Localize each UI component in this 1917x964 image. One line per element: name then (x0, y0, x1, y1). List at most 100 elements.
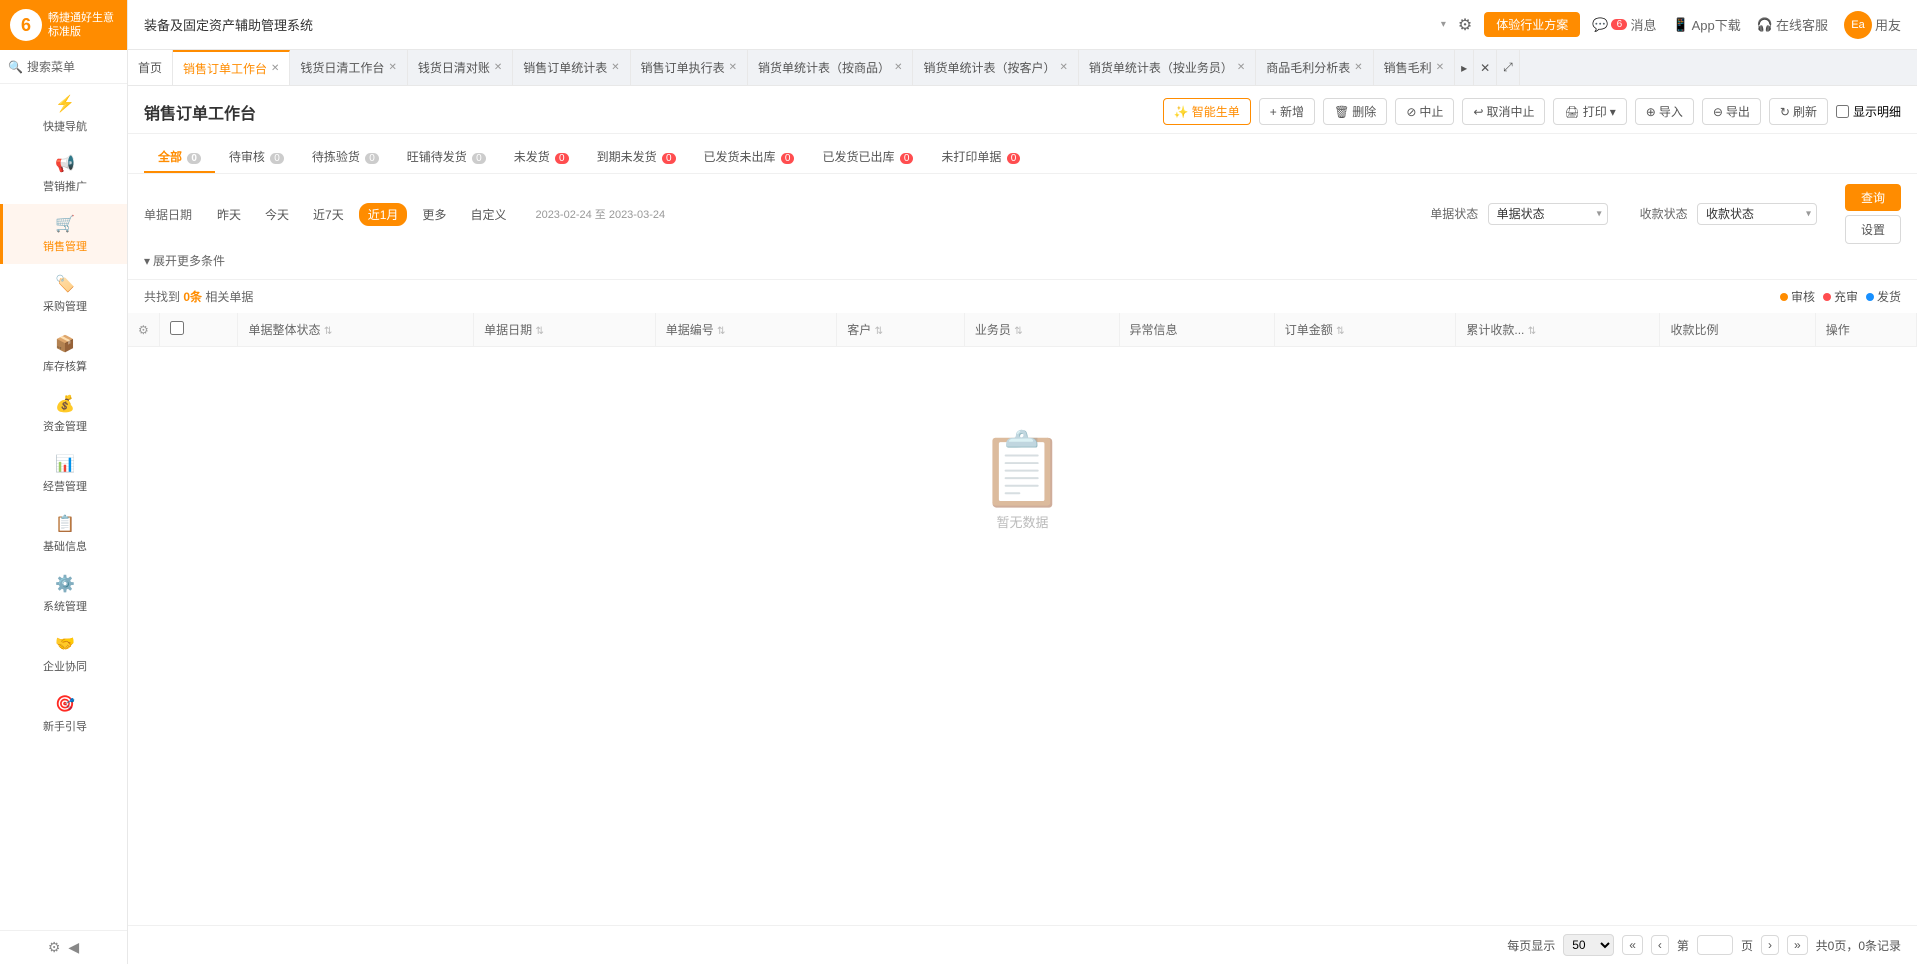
page-input[interactable]: 1 (1697, 935, 1733, 955)
tab-nav-expand[interactable]: ⤢ (1497, 50, 1520, 86)
user-area[interactable]: Ea 用友 (1844, 11, 1901, 39)
review-action[interactable]: 审核 (1780, 288, 1815, 305)
sidebar-item-system[interactable]: ⚙️ 系统管理 (0, 564, 127, 624)
sidebar-item-quick-nav[interactable]: ⚡ 快捷导航 (0, 84, 127, 144)
print-button[interactable]: 🖨 打印 ▾ (1553, 98, 1626, 125)
next-page-button[interactable]: › (1761, 935, 1779, 955)
ai-generate-button[interactable]: ✨ 智能生单 (1163, 98, 1251, 125)
sidebar-item-cooperation[interactable]: 🤝 企业协同 (0, 624, 127, 684)
last-page-button[interactable]: » (1787, 935, 1808, 955)
tab-sales-order-stats[interactable]: 销售订单统计表 ✕ (513, 50, 630, 86)
amount-sort-icon[interactable]: ⇅ (1336, 326, 1344, 337)
tab-nav-close-all[interactable]: ✕ (1474, 50, 1497, 86)
staff-sort-icon[interactable]: ⇅ (1014, 326, 1022, 337)
number-sort-icon[interactable]: ⇅ (717, 326, 725, 337)
tab-sales-stats-customer[interactable]: 销货单统计表（按客户） ✕ (913, 50, 1078, 86)
sidebar-item-sales[interactable]: 🛒 销售管理 (0, 204, 127, 264)
tab-close-cash-daily[interactable]: ✕ (388, 62, 396, 73)
tab-close-margin[interactable]: ✕ (1354, 62, 1362, 73)
select-all-checkbox[interactable] (170, 321, 184, 335)
status-filter-select[interactable]: 单据状态 (1488, 203, 1608, 225)
filter-1month[interactable]: 近1月 (359, 203, 408, 226)
filter-yesterday[interactable]: 昨天 (208, 203, 250, 226)
per-page-select[interactable]: 50 10 20 100 (1563, 934, 1614, 956)
system-icon: ⚙️ (55, 574, 75, 594)
tab-cash-daily-workbench[interactable]: 钱货日清工作台 ✕ (290, 50, 407, 86)
sidebar-item-operation[interactable]: 📊 经营管理 (0, 444, 127, 504)
tab-sales-stats-staff[interactable]: 销货单统计表（按业务员） ✕ (1079, 50, 1256, 86)
tab-close-sales-order[interactable]: ✕ (271, 63, 279, 74)
column-settings-icon[interactable]: ⚙ (138, 323, 149, 337)
query-button[interactable]: 查询 (1845, 184, 1901, 211)
online-service-button[interactable]: 🎧 在线客服 (1757, 15, 1828, 34)
table-scroll[interactable]: ⚙ 单据整体状态 ⇅ 单据日期 ⇅ 单据编号 ⇅ 客户 ⇅ 业务员 ⇅ 异常信息… (128, 313, 1917, 925)
app-download-button[interactable]: 📱 App下载 (1672, 15, 1740, 34)
tab-home[interactable]: 首页 (128, 50, 173, 86)
sidebar-search[interactable]: 🔍 搜索菜单 (0, 50, 127, 84)
th-settings[interactable]: ⚙ (128, 313, 159, 347)
stop-button[interactable]: ⊘ 中止 (1395, 98, 1454, 125)
prev-page-button[interactable]: ‹ (1651, 935, 1669, 955)
status-sort-icon[interactable]: ⇅ (324, 326, 332, 337)
show-detail-label[interactable]: 显示明细 (1836, 103, 1901, 120)
sidebar-item-finance[interactable]: 💰 资金管理 (0, 384, 127, 444)
cancel-stop-button[interactable]: ↩ 取消中止 (1462, 98, 1545, 125)
date-sort-icon[interactable]: ⇅ (535, 326, 543, 337)
tab-close-exec[interactable]: ✕ (729, 62, 737, 73)
sub-tab-shipped-not-out[interactable]: 已发货未出库 0 (690, 142, 809, 173)
ship-action[interactable]: 发货 (1866, 288, 1901, 305)
collected-sort-icon[interactable]: ⇅ (1528, 326, 1536, 337)
sidebar-item-marketing[interactable]: 📢 营销推广 (0, 144, 127, 204)
export-button[interactable]: ⊖ 导出 (1702, 98, 1761, 125)
filter-custom[interactable]: 自定义 (461, 203, 515, 226)
sub-tab-expired-not-shipped[interactable]: 到期未发货 0 (583, 142, 690, 173)
tab-close-product[interactable]: ✕ (894, 62, 902, 73)
header-chevron-icon[interactable]: ▾ (1441, 19, 1446, 30)
uncheck-action[interactable]: 充审 (1823, 288, 1858, 305)
add-button[interactable]: + 新增 (1259, 98, 1315, 125)
tab-sales-order-workbench[interactable]: 销售订单工作台 ✕ (173, 50, 290, 86)
message-button[interactable]: 💬 6 消息 (1592, 15, 1656, 34)
sidebar-settings-icon[interactable]: ⚙ (48, 939, 61, 956)
first-page-button[interactable]: « (1622, 935, 1643, 955)
th-checkbox[interactable] (159, 313, 238, 347)
tab-goods-margin[interactable]: 商品毛利分析表 ✕ (1256, 50, 1373, 86)
import-button[interactable]: ⊕ 导入 (1635, 98, 1694, 125)
sidebar-item-newbie[interactable]: 🎯 新手引导 (0, 684, 127, 744)
tab-close-reconciliation[interactable]: ✕ (494, 62, 502, 73)
tab-close-gross[interactable]: ✕ (1436, 62, 1444, 73)
sidebar-item-basic-info[interactable]: 📋 基础信息 (0, 504, 127, 564)
sub-tab-shipped-out[interactable]: 已发货已出库 0 (808, 142, 927, 173)
tab-nav-more[interactable]: ▸ (1455, 50, 1474, 86)
tab-sales-stats-product[interactable]: 销货单统计表（按商品） ✕ (748, 50, 913, 86)
sub-tab-wangpu[interactable]: 旺铺待发货 0 (393, 142, 500, 173)
sidebar-collapse-icon[interactable]: ◀ (68, 939, 79, 956)
tab-sales-order-exec[interactable]: 销售订单执行表 ✕ (631, 50, 748, 86)
tab-close-customer[interactable]: ✕ (1059, 62, 1067, 73)
sidebar-item-inventory[interactable]: 📦 库存核算 (0, 324, 127, 384)
status-filter-wrap: 单据状态 单据状态 (1430, 203, 1607, 225)
sub-tab-all[interactable]: 全部 0 (144, 142, 215, 173)
tab-close-stats[interactable]: ✕ (611, 62, 619, 73)
refresh-button[interactable]: ↻ 刷新 (1769, 98, 1828, 125)
sub-tab-not-printed[interactable]: 未打印单据 0 (927, 142, 1034, 173)
sidebar-item-purchase[interactable]: 🏷️ 采购管理 (0, 264, 127, 324)
main-area: 装备及固定资产辅助管理系统 ▾ ⚙ 体验行业方案 💬 6 消息 📱 App下载 … (128, 0, 1917, 964)
sub-tab-pending-review[interactable]: 待审核 0 (215, 142, 298, 173)
filter-7days[interactable]: 近7天 (304, 203, 353, 226)
sub-tab-not-shipped[interactable]: 未发货 0 (500, 142, 583, 173)
tab-sales-gross[interactable]: 销售毛利 ✕ (1374, 50, 1455, 86)
filter-more[interactable]: 更多 (413, 203, 455, 226)
filter-setting-button[interactable]: 设置 (1845, 215, 1901, 244)
header-settings-icon[interactable]: ⚙ (1458, 15, 1472, 35)
customer-sort-icon[interactable]: ⇅ (875, 326, 883, 337)
sub-tab-pending-inspect[interactable]: 待拣验货 0 (298, 142, 393, 173)
solution-button[interactable]: 体验行业方案 (1484, 12, 1580, 37)
payment-filter-select[interactable]: 收款状态 (1697, 203, 1817, 225)
show-detail-checkbox[interactable] (1836, 105, 1849, 118)
delete-button[interactable]: 🗑 删除 (1323, 98, 1387, 125)
filter-today[interactable]: 今天 (256, 203, 298, 226)
tab-cash-reconciliation[interactable]: 钱货日清对账 ✕ (408, 50, 513, 86)
expand-filters-button[interactable]: ▾ 展开更多条件 (144, 252, 225, 269)
tab-close-staff[interactable]: ✕ (1237, 62, 1245, 73)
